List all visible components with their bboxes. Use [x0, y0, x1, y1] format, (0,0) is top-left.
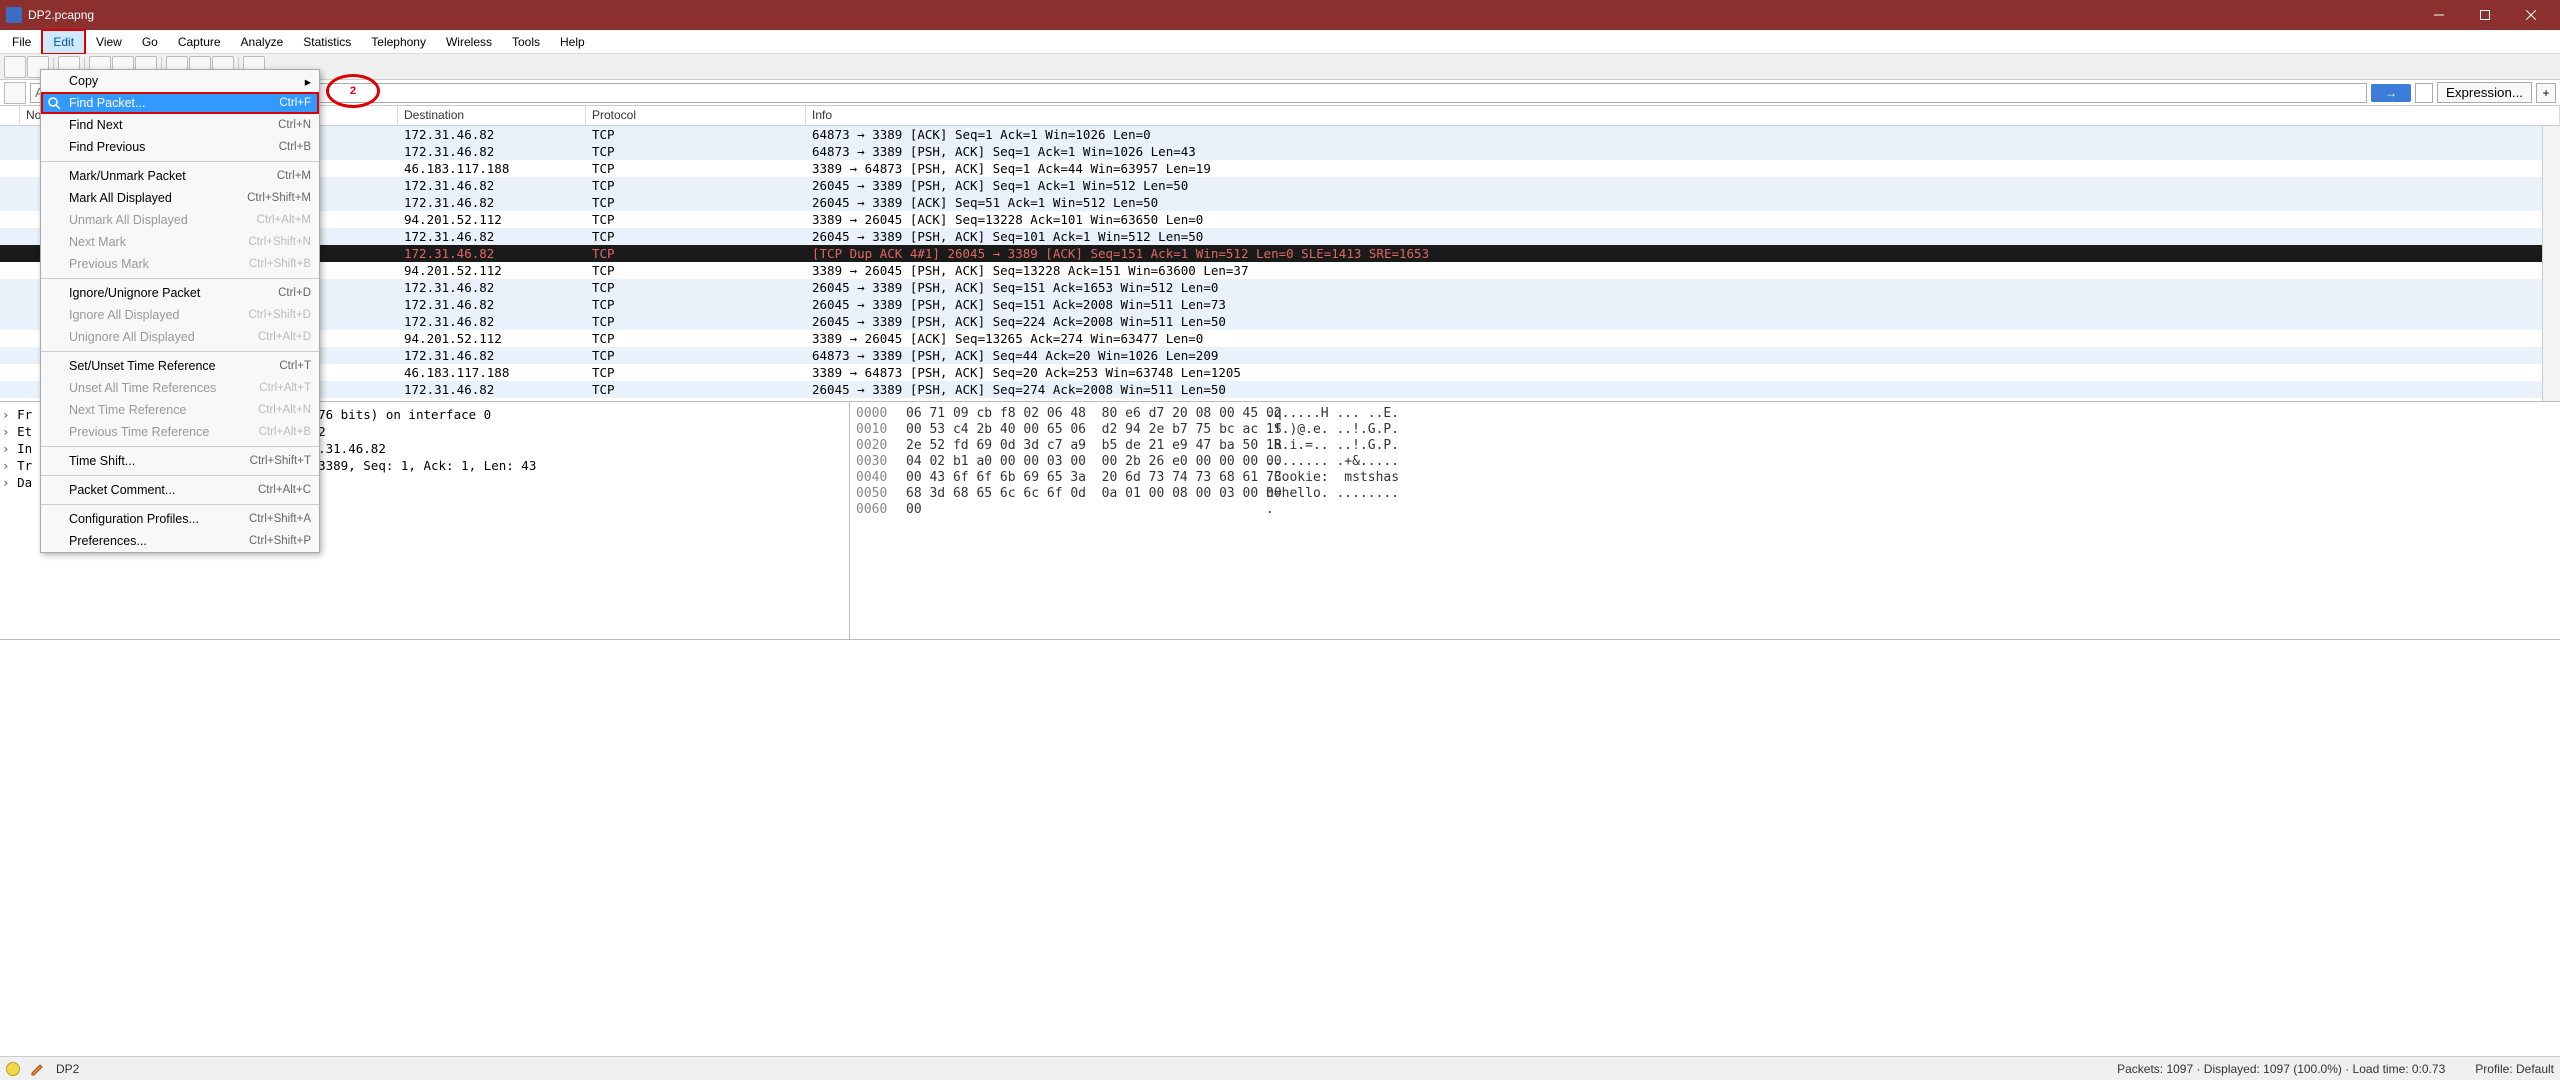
search-icon	[47, 96, 61, 110]
minimize-button[interactable]	[2416, 0, 2462, 30]
hex-ascii: .q.....H ... ..E..S.)@.e. ..!.G.P..R.i.=…	[1266, 406, 1399, 635]
packet-row[interactable]: 172.31.46.82TCP[TCP Dup ACK 4#1] 26045 →…	[0, 245, 2560, 262]
bottom-panels: › Fr es captured (776 bits) on interface…	[0, 401, 2560, 640]
window-title: DP2.pcapng	[28, 8, 2416, 22]
packet-list-header: No Destination Protocol Info	[0, 106, 2560, 126]
packet-row[interactable]: 172.31.46.82TCP64873 → 3389 [PSH, ACK] S…	[0, 143, 2560, 160]
bookmark-filter-icon[interactable]	[4, 82, 26, 104]
close-button[interactable]	[2508, 0, 2554, 30]
menu-mark-all[interactable]: Mark All DisplayedCtrl+Shift+M	[41, 187, 319, 209]
apply-filter-button[interactable]: →	[2371, 84, 2411, 102]
menubar: File Edit View Go Capture Analyze Statis…	[0, 30, 2560, 54]
col-destination[interactable]: Destination	[398, 106, 586, 125]
menu-config-profiles[interactable]: Configuration Profiles...Ctrl+Shift+A	[41, 508, 319, 530]
menu-next-mark: Next MarkCtrl+Shift+N	[41, 231, 319, 253]
menu-preferences[interactable]: Preferences...Ctrl+Shift+P	[41, 530, 319, 552]
packet-row[interactable]: 172.31.46.82TCP26045 → 3389 [PSH, ACK] S…	[0, 279, 2560, 296]
packet-row[interactable]: 94.201.52.112TCP3389 → 26045 [ACK] Seq=1…	[0, 211, 2560, 228]
hex-offsets: 0000001000200030004000500060	[856, 406, 906, 635]
add-filter-button[interactable]: +	[2536, 83, 2556, 103]
maximize-icon	[2480, 10, 2490, 20]
packet-row[interactable]: 172.31.46.82TCP26045 → 3389 [PSH, ACK] S…	[0, 296, 2560, 313]
packet-scrollbar[interactable]	[2542, 126, 2560, 401]
hex-dump-pane[interactable]: 0000001000200030004000500060 06 71 09 cb…	[850, 402, 2560, 639]
packet-row[interactable]: 94.201.52.112TCP3389 → 26045 [ACK] Seq=1…	[0, 330, 2560, 347]
toolbar	[0, 54, 2560, 80]
app-icon	[6, 7, 22, 23]
menu-packet-comment[interactable]: Packet Comment...Ctrl+Alt+C	[41, 479, 319, 501]
menu-find-packet-accel: Ctrl+F	[279, 97, 311, 109]
packet-row[interactable]: 172.31.46.82TCP26045 → 3389 [PSH, ACK] S…	[0, 381, 2560, 398]
annotation-circle-2: 2	[326, 74, 380, 108]
menu-analyze[interactable]: Analyze	[231, 31, 294, 53]
packet-row[interactable]: 172.31.46.82TCP26045 → 3389 [PSH, ACK] S…	[0, 313, 2560, 330]
packet-list[interactable]: 172.31.46.82TCP64873 → 3389 [ACK] Seq=1 …	[0, 126, 2560, 401]
packet-row[interactable]: 172.31.46.82TCP64873 → 3389 [PSH, ACK] S…	[0, 347, 2560, 364]
submenu-arrow-icon: ▸	[305, 74, 311, 89]
packet-row[interactable]: 46.183.117.188TCP3389 → 64873 [PSH, ACK]…	[0, 160, 2560, 177]
menu-copy-label: Copy	[69, 74, 311, 88]
menu-unset-all-time: Unset All Time ReferencesCtrl+Alt+T	[41, 377, 319, 399]
empty-area	[0, 640, 2560, 1056]
packet-row[interactable]: 172.31.46.82TCP64873 → 3389 [ACK] Seq=1 …	[0, 126, 2560, 143]
menu-help[interactable]: Help	[550, 31, 595, 53]
titlebar: DP2.pcapng	[0, 0, 2560, 30]
menu-time-shift[interactable]: Time Shift...Ctrl+Shift+T	[41, 450, 319, 472]
status-profile[interactable]: Profile: Default	[2475, 1062, 2554, 1076]
menu-find-next[interactable]: Find NextCtrl+N	[41, 114, 319, 136]
menu-find-packet-label: Find Packet...	[69, 96, 279, 110]
menu-previous-mark: Previous MarkCtrl+Shift+B	[41, 253, 319, 275]
maximize-button[interactable]	[2462, 0, 2508, 30]
close-icon	[2526, 10, 2536, 20]
packet-row[interactable]: 172.31.46.82TCP26045 → 3389 [PSH, ACK] S…	[0, 228, 2560, 245]
expression-button[interactable]: Expression...	[2437, 82, 2532, 103]
packet-row[interactable]: 172.31.46.82TCP26045 → 3389 [ACK] Seq=51…	[0, 194, 2560, 211]
hex-bytes: 06 71 09 cb f8 02 06 48 80 e6 d7 20 08 0…	[906, 406, 1266, 635]
status-file: DP2	[56, 1062, 79, 1076]
menu-edit[interactable]: Edit	[41, 29, 86, 55]
filter-bar: 2 → Expression... +	[0, 80, 2560, 106]
edit-capture-comment-icon[interactable]	[30, 1061, 46, 1077]
menu-ignore[interactable]: Ignore/Unignore PacketCtrl+D	[41, 282, 319, 304]
col-protocol[interactable]: Protocol	[586, 106, 806, 125]
menu-copy[interactable]: Copy ▸	[41, 70, 319, 92]
display-filter-input[interactable]	[30, 83, 2367, 103]
menu-next-time-ref: Next Time ReferenceCtrl+Alt+N	[41, 399, 319, 421]
menu-file[interactable]: File	[2, 31, 41, 53]
menu-go[interactable]: Go	[132, 31, 168, 53]
menu-capture[interactable]: Capture	[168, 31, 231, 53]
statusbar: DP2 Packets: 1097 · Displayed: 1097 (100…	[0, 1056, 2560, 1080]
filter-history-dropdown[interactable]	[2415, 83, 2433, 103]
menu-view[interactable]: View	[86, 31, 132, 53]
annotation-label: 2	[350, 85, 356, 97]
edit-menu-dropdown: Copy ▸ Find Packet... Ctrl+F Find NextCt…	[40, 69, 320, 553]
menu-wireless[interactable]: Wireless	[436, 31, 502, 53]
packet-row[interactable]: 46.183.117.188TCP3389 → 64873 [PSH, ACK]…	[0, 364, 2560, 381]
menu-unignore-all: Unignore All DisplayedCtrl+Alt+D	[41, 326, 319, 348]
menu-mark-unmark[interactable]: Mark/Unmark PacketCtrl+M	[41, 165, 319, 187]
menu-unmark-all: Unmark All DisplayedCtrl+Alt+M	[41, 209, 319, 231]
col-marker	[0, 106, 20, 125]
menu-ignore-all: Ignore All DisplayedCtrl+Shift+D	[41, 304, 319, 326]
packet-row[interactable]: 94.201.52.112TCP3389 → 26045 [PSH, ACK] …	[0, 262, 2560, 279]
toolbar-btn-1[interactable]	[4, 56, 26, 78]
menu-statistics[interactable]: Statistics	[293, 31, 361, 53]
menu-prev-time-ref: Previous Time ReferenceCtrl+Alt+B	[41, 421, 319, 443]
status-packets: Packets: 1097 · Displayed: 1097 (100.0%)…	[2117, 1062, 2445, 1076]
minimize-icon	[2434, 10, 2444, 20]
menu-tools[interactable]: Tools	[502, 31, 550, 53]
packet-row[interactable]: 172.31.46.82TCP26045 → 3389 [PSH, ACK] S…	[0, 177, 2560, 194]
menu-find-packet[interactable]: Find Packet... Ctrl+F	[41, 92, 319, 114]
menu-set-time-ref[interactable]: Set/Unset Time ReferenceCtrl+T	[41, 355, 319, 377]
expert-info-icon[interactable]	[6, 1062, 20, 1076]
menu-telephony[interactable]: Telephony	[361, 31, 436, 53]
col-info[interactable]: Info	[806, 106, 2560, 125]
menu-find-previous[interactable]: Find PreviousCtrl+B	[41, 136, 319, 158]
